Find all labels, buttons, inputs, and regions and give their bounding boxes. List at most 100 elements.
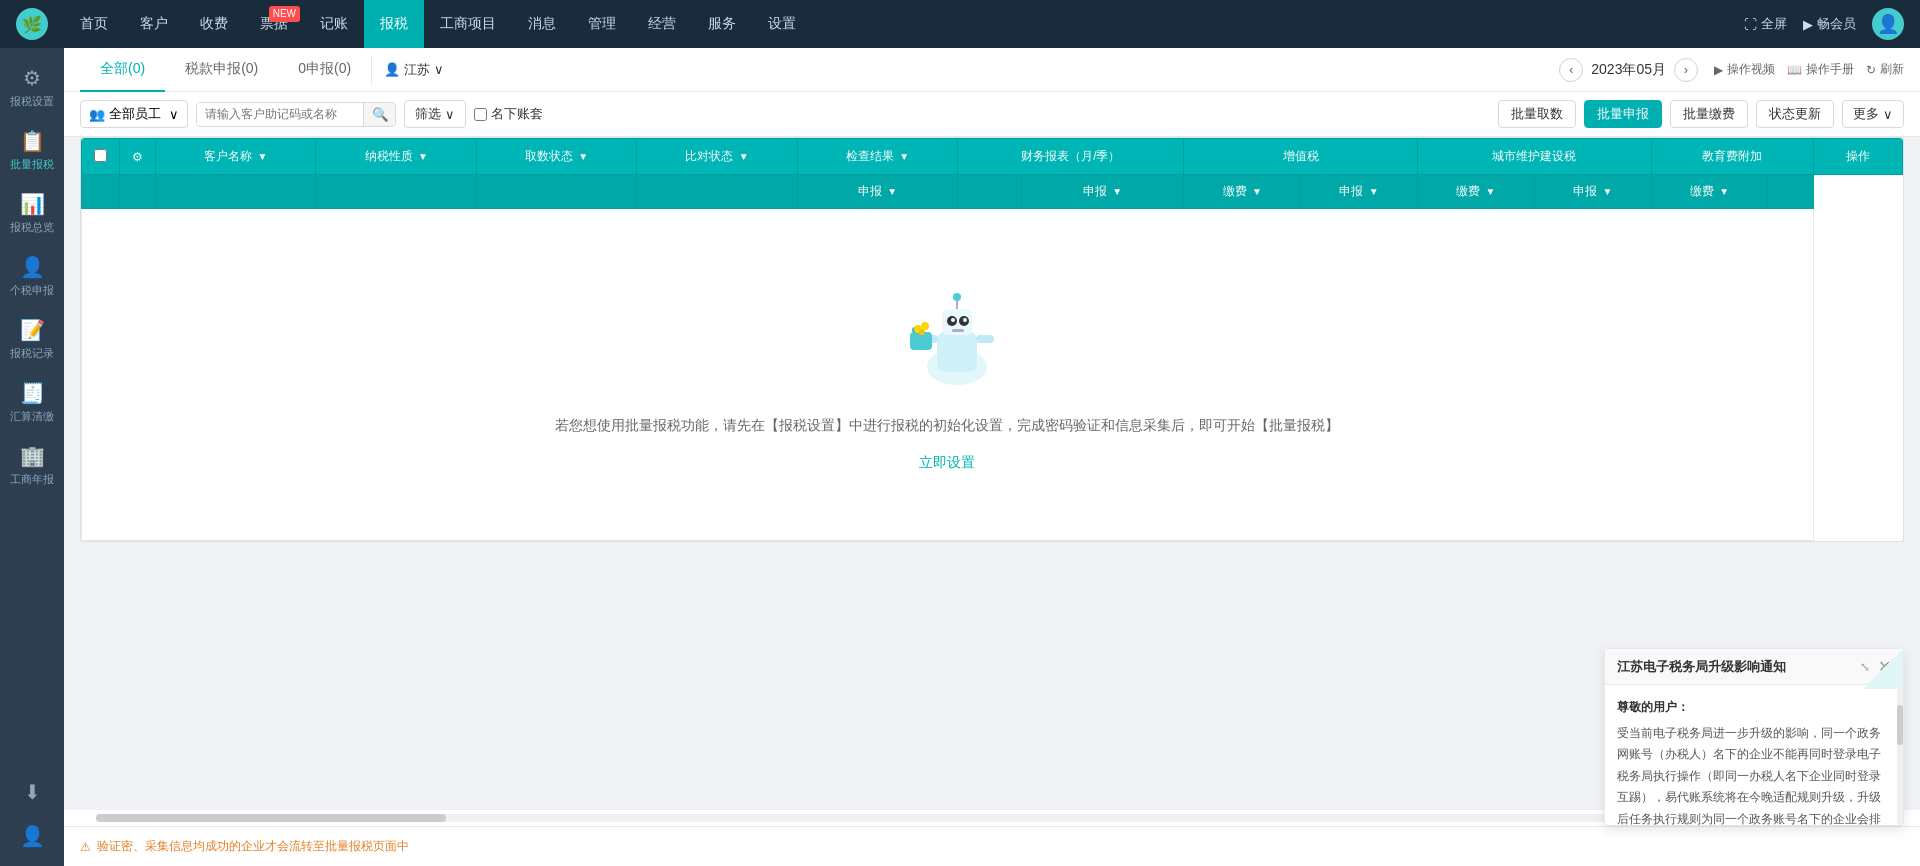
batch-fetch-btn[interactable]: 批量取数 bbox=[1498, 100, 1576, 128]
scroll-thumb[interactable] bbox=[96, 814, 446, 822]
table-wrapper: ⚙ 客户名称 ▼ 纳税性质 ▼ 取数状态 ▼ 比对状态 ▼ 检查结果 ▼ 财务报… bbox=[80, 137, 1904, 542]
user-avatar[interactable]: 👤 bbox=[1872, 8, 1904, 40]
nav-business[interactable]: 工商项目 bbox=[424, 0, 512, 48]
prev-month-btn[interactable]: ‹ bbox=[1559, 58, 1583, 82]
more-btn[interactable]: 更多 ∨ bbox=[1842, 100, 1904, 128]
checkbox-label[interactable]: 名下账套 bbox=[474, 105, 543, 123]
batch-pay-btn[interactable]: 批量缴费 bbox=[1670, 100, 1748, 128]
th-checkbox[interactable] bbox=[82, 139, 120, 175]
logo: 🌿 bbox=[8, 0, 56, 48]
nav-settings[interactable]: 设置 bbox=[752, 0, 812, 48]
th-sub-city-declare: 申报 ▼ bbox=[1301, 175, 1418, 209]
th-sub-financial-declare: 申报 ▼ bbox=[797, 175, 957, 209]
top-nav: 🌿 首页 客户 收费 票据 NEW 记账 报税 工商项目 消息 管理 经营 服务… bbox=[0, 0, 1920, 48]
batch-declare-btn[interactable]: 批量申报 bbox=[1584, 100, 1662, 128]
nav-home[interactable]: 首页 bbox=[64, 0, 124, 48]
nav-message[interactable]: 消息 bbox=[512, 0, 572, 48]
sidebar-item-tax-settings[interactable]: ⚙ 报税设置 bbox=[0, 56, 64, 119]
annual-tax-icon: 🧾 bbox=[20, 381, 44, 405]
svg-point-14 bbox=[919, 329, 925, 335]
sidebar-download[interactable]: ⬇ bbox=[0, 770, 64, 814]
th-sub-blank5 bbox=[476, 175, 636, 209]
empty-text: 若您想使用批量报税功能，请先在【报税设置】中进行报税的初始化设置，完成密码验证和… bbox=[555, 413, 1339, 438]
notification-body: 受当前电子税务局进一步升级的影响，同一个政务网账号（办税人）名下的企业不能再同时… bbox=[1617, 723, 1891, 825]
sidebar-user[interactable]: 👤 bbox=[0, 814, 64, 858]
notification-scrollbar[interactable] bbox=[1897, 685, 1903, 825]
empty-state-cell: 若您想使用批量报税功能，请先在【报税设置】中进行报税的初始化设置，完成密码验证和… bbox=[82, 209, 1814, 541]
month-nav: ‹ 2023年05月 › bbox=[1559, 58, 1698, 82]
video-action[interactable]: ▶ 操作视频 bbox=[1714, 61, 1775, 78]
filter-btn[interactable]: 筛选 ∨ bbox=[404, 100, 466, 128]
employee-icon: 👥 bbox=[89, 107, 105, 122]
account-checkbox[interactable] bbox=[474, 108, 487, 121]
sidebar-item-personal-tax[interactable]: 👤 个税申报 bbox=[0, 245, 64, 308]
th-sub-city-pay: 缴费 ▼ bbox=[1417, 175, 1534, 209]
toolbar-right: 批量取数 批量申报 批量缴费 状态更新 更多 ∨ bbox=[1498, 100, 1904, 128]
svg-point-5 bbox=[951, 318, 955, 322]
search-input[interactable] bbox=[197, 103, 363, 125]
sidebar-item-tax-overview[interactable]: 📊 报税总览 bbox=[0, 182, 64, 245]
select-all-checkbox[interactable] bbox=[94, 149, 107, 162]
region-icon: 👤 bbox=[384, 62, 400, 77]
nav-accounting[interactable]: 记账 bbox=[304, 0, 364, 48]
notification-header: 江苏电子税务局升级影响通知 ⤡ ✕ bbox=[1605, 649, 1903, 685]
th-check-result: 检查结果 ▼ bbox=[797, 139, 957, 175]
th-sub-vat-pay: 缴费 ▼ bbox=[1184, 175, 1301, 209]
region-selector[interactable]: 👤 江苏 ∨ bbox=[371, 56, 456, 84]
th-sub-blank3 bbox=[156, 175, 316, 209]
current-month: 2023年05月 bbox=[1591, 61, 1666, 79]
notification-scroll-thumb[interactable] bbox=[1897, 705, 1903, 745]
robot-illustration bbox=[882, 277, 1012, 397]
nav-operation[interactable]: 经营 bbox=[632, 0, 692, 48]
th-customer: 客户名称 ▼ bbox=[156, 139, 316, 175]
nav-tax[interactable]: 报税 bbox=[364, 0, 424, 48]
tab-tax-declaration[interactable]: 税款申报(0) bbox=[165, 48, 278, 92]
search-button[interactable]: 🔍 bbox=[363, 103, 396, 126]
fullscreen-btn[interactable]: ⛶ 全屏 bbox=[1744, 15, 1787, 33]
batch-tax-icon: 📋 bbox=[20, 129, 44, 153]
data-table: ⚙ 客户名称 ▼ 纳税性质 ▼ 取数状态 ▼ 比对状态 ▼ 检查结果 ▼ 财务报… bbox=[81, 138, 1903, 541]
sidebar-item-tax-record[interactable]: 📝 报税记录 bbox=[0, 308, 64, 371]
employee-select[interactable]: 👥 全部员工 ∨ bbox=[80, 100, 188, 128]
sidebar-item-annual-tax[interactable]: 🧾 汇算清缴 bbox=[0, 371, 64, 434]
vip-btn[interactable]: ▶ 畅会员 bbox=[1803, 15, 1856, 33]
th-gear[interactable]: ⚙ bbox=[120, 139, 156, 175]
svg-rect-1 bbox=[937, 332, 977, 372]
personal-tax-icon: 👤 bbox=[20, 255, 44, 279]
th-sub-blank2 bbox=[120, 175, 156, 209]
th-compare-status: 比对状态 ▼ bbox=[637, 139, 797, 175]
tax-settings-icon: ⚙ bbox=[20, 66, 44, 90]
nav-invoice[interactable]: 票据 NEW bbox=[244, 0, 304, 48]
svg-rect-9 bbox=[976, 335, 994, 343]
nav-manage[interactable]: 管理 bbox=[572, 0, 632, 48]
setup-link[interactable]: 立即设置 bbox=[919, 454, 975, 472]
tab-bar: 全部(0) 税款申报(0) 0申报(0) 👤 江苏 ∨ ‹ 2023年05月 ›… bbox=[64, 48, 1920, 92]
bottom-bar: ⚠ 验证密、采集信息均成功的企业才会流转至批量报税页面中 bbox=[64, 826, 1920, 866]
th-sub-blank4 bbox=[316, 175, 476, 209]
refresh-action[interactable]: ↻ 刷新 bbox=[1866, 61, 1904, 78]
sidebar-bottom: ⬇ 👤 bbox=[0, 770, 64, 866]
nav-service[interactable]: 服务 bbox=[692, 0, 752, 48]
sidebar-item-annual-report[interactable]: 🏢 工商年报 bbox=[0, 434, 64, 497]
nav-customer[interactable]: 客户 bbox=[124, 0, 184, 48]
nav-fee[interactable]: 收费 bbox=[184, 0, 244, 48]
manual-action[interactable]: 📖 操作手册 bbox=[1787, 61, 1854, 78]
tab-all[interactable]: 全部(0) bbox=[80, 48, 165, 92]
th-city-construction: 城市维护建设税 bbox=[1417, 139, 1651, 175]
vip-icon: ▶ bbox=[1803, 17, 1813, 32]
tab-zero-declaration[interactable]: 0申报(0) bbox=[278, 48, 371, 92]
th-fetch-status: 取数状态 ▼ bbox=[476, 139, 636, 175]
status-update-btn[interactable]: 状态更新 bbox=[1756, 100, 1834, 128]
manual-icon: 📖 bbox=[1787, 63, 1802, 77]
next-month-btn[interactable]: › bbox=[1674, 58, 1698, 82]
download-icon: ⬇ bbox=[20, 780, 44, 804]
fullscreen-icon: ⛶ bbox=[1744, 17, 1757, 32]
sidebar-item-batch-tax[interactable]: 📋 批量报税 bbox=[0, 119, 64, 182]
video-icon: ▶ bbox=[1714, 63, 1723, 77]
more-icon: ∨ bbox=[1883, 107, 1893, 122]
refresh-icon: ↻ bbox=[1866, 63, 1876, 77]
tax-overview-icon: 📊 bbox=[20, 192, 44, 216]
toolbar: 👥 全部员工 ∨ 🔍 筛选 ∨ 名下账套 批量取数 批量申报 批量缴费 状态更新 bbox=[64, 92, 1920, 137]
svg-point-13 bbox=[921, 322, 929, 330]
nav-right: ⛶ 全屏 ▶ 畅会员 👤 bbox=[1744, 8, 1920, 40]
